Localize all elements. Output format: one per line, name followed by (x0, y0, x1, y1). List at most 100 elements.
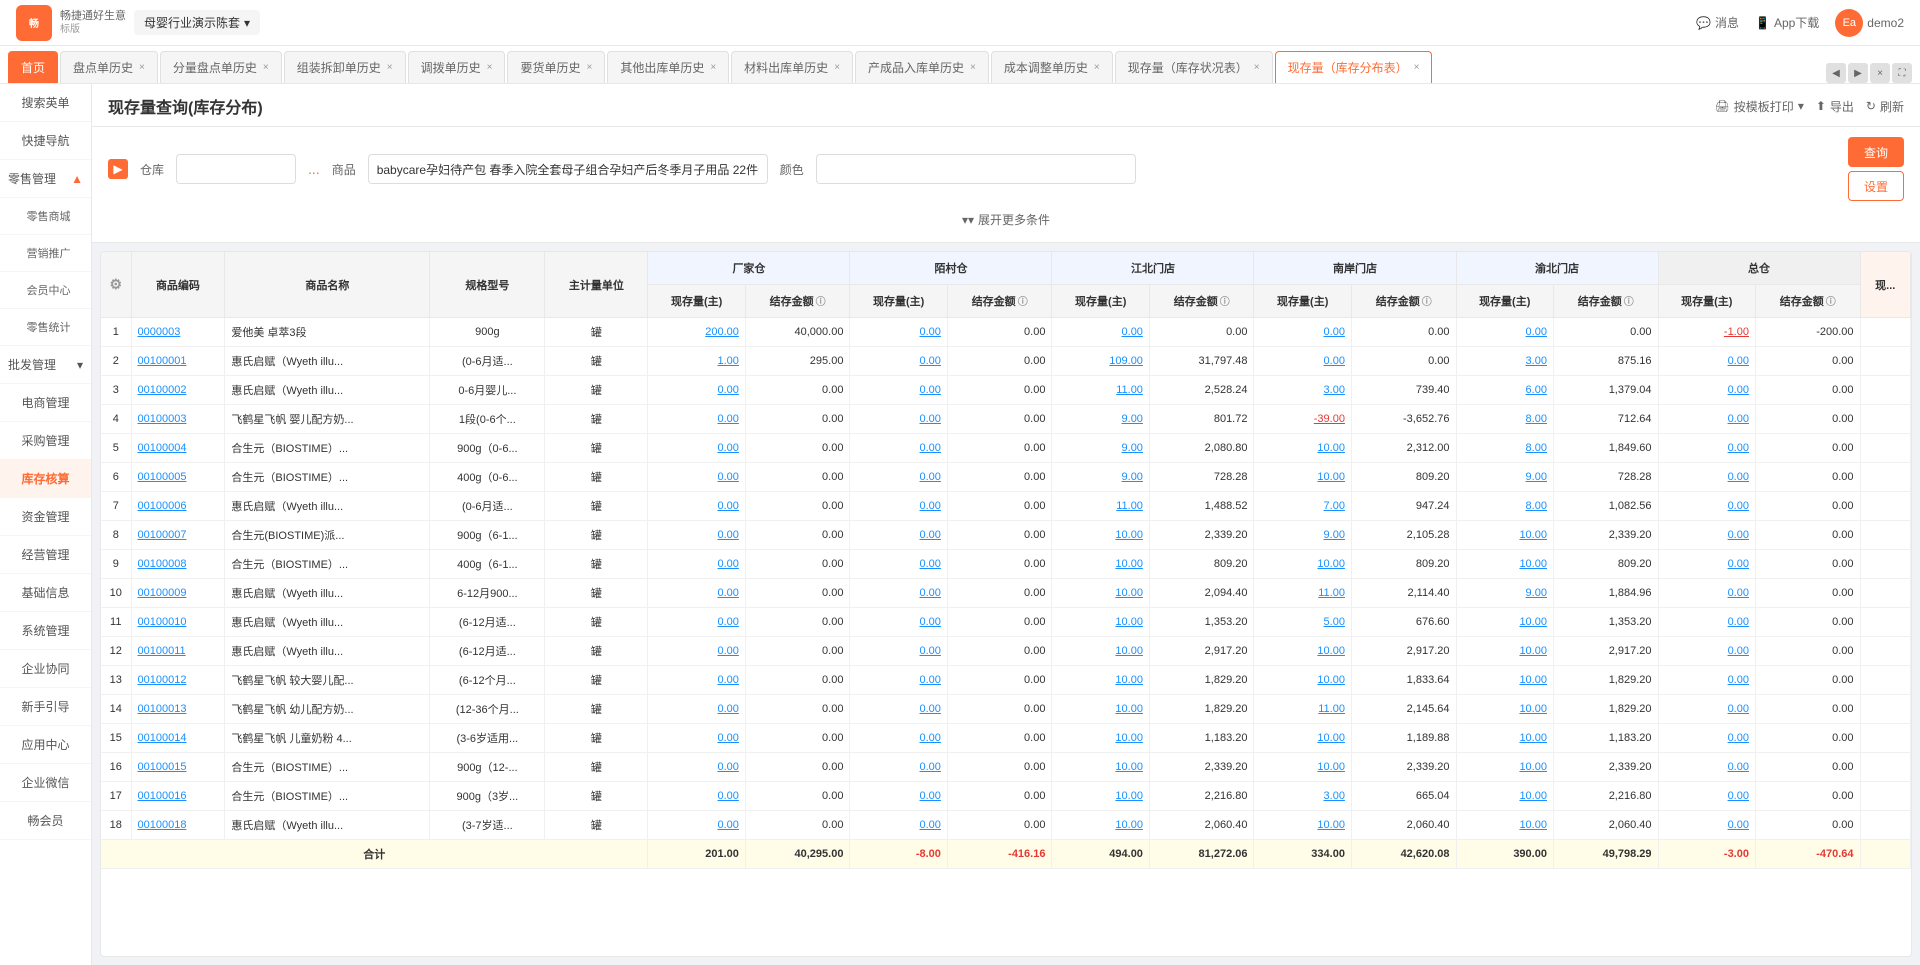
expand-conditions-btn[interactable]: ▾▾ 展开更多条件 (954, 207, 1058, 232)
tab-requisition[interactable]: 要货单历史 × (507, 51, 605, 83)
close-icon[interactable]: × (1094, 62, 1100, 73)
message-btn[interactable]: 💬 消息 (1696, 14, 1739, 31)
close-icon[interactable]: × (586, 62, 592, 73)
tab-transfer[interactable]: 调拨单历史 × (408, 51, 506, 83)
tab-next-btn[interactable]: ▶ (1848, 63, 1868, 83)
filter-expand-row: ▾▾ 展开更多条件 (108, 207, 1904, 232)
table-row: 7 00100006 惠氏启赋（Wyeth illu... (0-6月适... … (101, 492, 1911, 521)
table-row: 1 0000003 爱他美 卓萃3段 900g 罐 200.00 40,000.… (101, 318, 1911, 347)
table-row: 13 00100012 飞鹤星飞帆 较大婴儿配... (6-12个月... 罐 … (101, 666, 1911, 695)
table-row: 5 00100004 合生元（BIOSTIME）... 900g（0-6... … (101, 434, 1911, 463)
phone-icon: 📱 (1755, 16, 1770, 30)
color-input[interactable] (816, 154, 1136, 184)
total-cj-qty: 201.00 (648, 840, 745, 869)
table-container[interactable]: ⚙ 商品编码 商品名称 规格型号 主计量单位 厂家仓 陌村仓 江北门店 南岸门店… (100, 251, 1912, 957)
store-selector[interactable]: 母婴行业演示陈套 ▾ (134, 10, 260, 35)
print-action[interactable]: 🖨 按模板打印 ▾ (1715, 98, 1804, 115)
filter-toggle-btn[interactable]: ▶ (108, 159, 128, 179)
na-qty-header: 现存量(主) (1254, 285, 1351, 318)
tab-inventory-count[interactable]: 盘点单历史 × (60, 51, 158, 83)
query-btn[interactable]: 查询 (1848, 137, 1904, 167)
tab-split-count[interactable]: 分量盘点单历史 × (160, 51, 282, 83)
sidebar-item-app-center[interactable]: 应用中心 (0, 726, 91, 764)
table-row: 17 00100016 合生元（BIOSTIME）... 900g（3岁... … (101, 782, 1911, 811)
table-row: 18 00100018 惠氏启赋（Wyeth illu... (3-7岁适...… (101, 811, 1911, 840)
total-yb-amt: 49,798.29 (1553, 840, 1658, 869)
close-icon[interactable]: × (263, 62, 269, 73)
mc-amt-header: 结存金额ⓘ (947, 285, 1052, 318)
close-icon[interactable]: × (710, 62, 716, 73)
close-icon[interactable]: × (834, 62, 840, 73)
nanan-wh-header: 南岸门店 (1254, 252, 1456, 285)
close-icon[interactable]: × (139, 62, 145, 73)
close-icon[interactable]: × (1254, 62, 1260, 73)
unit-col-header: 主计量单位 (545, 252, 648, 318)
tot-amt-header: 结存金额ⓘ (1755, 285, 1860, 318)
sidebar-item-collaboration[interactable]: 企业协同 (0, 650, 91, 688)
logo-icon: 畅 (16, 5, 52, 41)
tab-finished-inbound[interactable]: 产成品入库单历史 × (855, 51, 989, 83)
tab-stock-distribution[interactable]: 现存量（库存分布表） × (1275, 51, 1433, 83)
goods-input[interactable] (368, 154, 768, 184)
sidebar-item-finance[interactable]: 资金管理 (0, 498, 91, 536)
table-row: 2 00100001 惠氏启赋（Wyeth illu... (0-6月适... … (101, 347, 1911, 376)
sidebar: 搜索英单 快捷导航 零售管理 ▲ 零售商城 营销推广 会员中心 零售统计 批发管… (0, 84, 92, 965)
close-icon[interactable]: × (970, 62, 976, 73)
sidebar-item-guide[interactable]: 新手引导 (0, 688, 91, 726)
export-action[interactable]: ⬆ 导出 (1816, 98, 1854, 115)
sidebar-item-marketing[interactable]: 营销推广 (0, 235, 91, 272)
table-row: 12 00100011 惠氏启赋（Wyeth illu... (6-12月适..… (101, 637, 1911, 666)
tab-assembly[interactable]: 组装拆卸单历史 × (284, 51, 406, 83)
warehouse-dots-btn[interactable]: ... (308, 161, 320, 177)
jb-qty-header: 现存量(主) (1052, 285, 1149, 318)
sidebar-item-basic-info[interactable]: 基础信息 (0, 574, 91, 612)
yb-qty-header: 现存量(主) (1456, 285, 1553, 318)
cj-qty-header: 现存量(主) (648, 285, 745, 318)
logo-text: 畅捷通好生意 标版 (60, 9, 126, 36)
tab-home[interactable]: 首页 (8, 51, 58, 83)
close-icon[interactable]: × (387, 62, 393, 73)
sidebar-item-inventory[interactable]: 库存核算 (0, 460, 91, 498)
tab-fullscreen-btn[interactable]: ⛶ (1892, 63, 1912, 83)
tab-stock-status[interactable]: 现存量（库存状况表） × (1115, 51, 1273, 83)
tab-cost-adjust[interactable]: 成本调整单历史 × (991, 51, 1113, 83)
sidebar-item-retail[interactable]: 零售管理 ▲ (0, 160, 91, 198)
yubei-wh-header: 渝北门店 (1456, 252, 1658, 285)
tab-material-outbound[interactable]: 材料出库单历史 × (731, 51, 853, 83)
mocun-wh-header: 陌村仓 (850, 252, 1052, 285)
sidebar-item-wholesale[interactable]: 批发管理 ▾ (0, 346, 91, 384)
sidebar-item-search[interactable]: 搜索英单 (0, 84, 91, 122)
gear-col-header: ⚙ (101, 252, 131, 318)
sidebar-item-member[interactable]: 会员中心 (0, 272, 91, 309)
chevron-down-icon: ▾ (244, 16, 250, 30)
table-row: 15 00100014 飞鹤星飞帆 儿童奶粉 4... (3-6岁适用... 罐… (101, 724, 1911, 753)
code-col-header: 商品编码 (131, 252, 225, 318)
sidebar-item-purchase[interactable]: 采购管理 (0, 422, 91, 460)
tab-close-btn[interactable]: × (1870, 63, 1890, 83)
filter-bar: ▶ 仓库 ... 商品 颜色 查询 设置 ▾▾ 展开更多条件 (92, 127, 1920, 243)
refresh-icon: ↻ (1866, 99, 1876, 113)
page-header: 现存量查询(库存分布) 🖨 按模板打印 ▾ ⬆ 导出 ↻ 刷新 (92, 84, 1920, 127)
warehouse-input[interactable] (176, 154, 296, 184)
refresh-action[interactable]: ↻ 刷新 (1866, 98, 1904, 115)
sidebar-item-operations[interactable]: 经营管理 (0, 536, 91, 574)
chevron-down-icon: ▾ (77, 358, 83, 372)
tab-prev-btn[interactable]: ◀ (1826, 63, 1846, 83)
tab-other-outbound[interactable]: 其他出库单历史 × (607, 51, 729, 83)
printer-icon: 🖨 (1715, 99, 1730, 113)
sidebar-item-member2[interactable]: 畅会员 (0, 802, 91, 840)
tot-qty-header: 现存量(主) (1658, 285, 1755, 318)
user-area[interactable]: Ea demo2 (1835, 9, 1904, 37)
close-icon[interactable]: × (1414, 62, 1420, 73)
export-icon: ⬆ (1816, 99, 1826, 113)
close-icon[interactable]: × (487, 62, 493, 73)
settings-btn[interactable]: 设置 (1848, 171, 1904, 201)
app-download-btn[interactable]: 📱 App下载 (1755, 14, 1819, 31)
sidebar-item-quick-nav[interactable]: 快捷导航 (0, 122, 91, 160)
sidebar-item-retail-stats[interactable]: 零售统计 (0, 309, 91, 346)
sidebar-item-system[interactable]: 系统管理 (0, 612, 91, 650)
factory-wh-header: 厂家仓 (648, 252, 850, 285)
sidebar-item-enterprise-wechat[interactable]: 企业微信 (0, 764, 91, 802)
sidebar-item-ecommerce[interactable]: 电商管理 (0, 384, 91, 422)
sidebar-item-retail-mall[interactable]: 零售商城 (0, 198, 91, 235)
